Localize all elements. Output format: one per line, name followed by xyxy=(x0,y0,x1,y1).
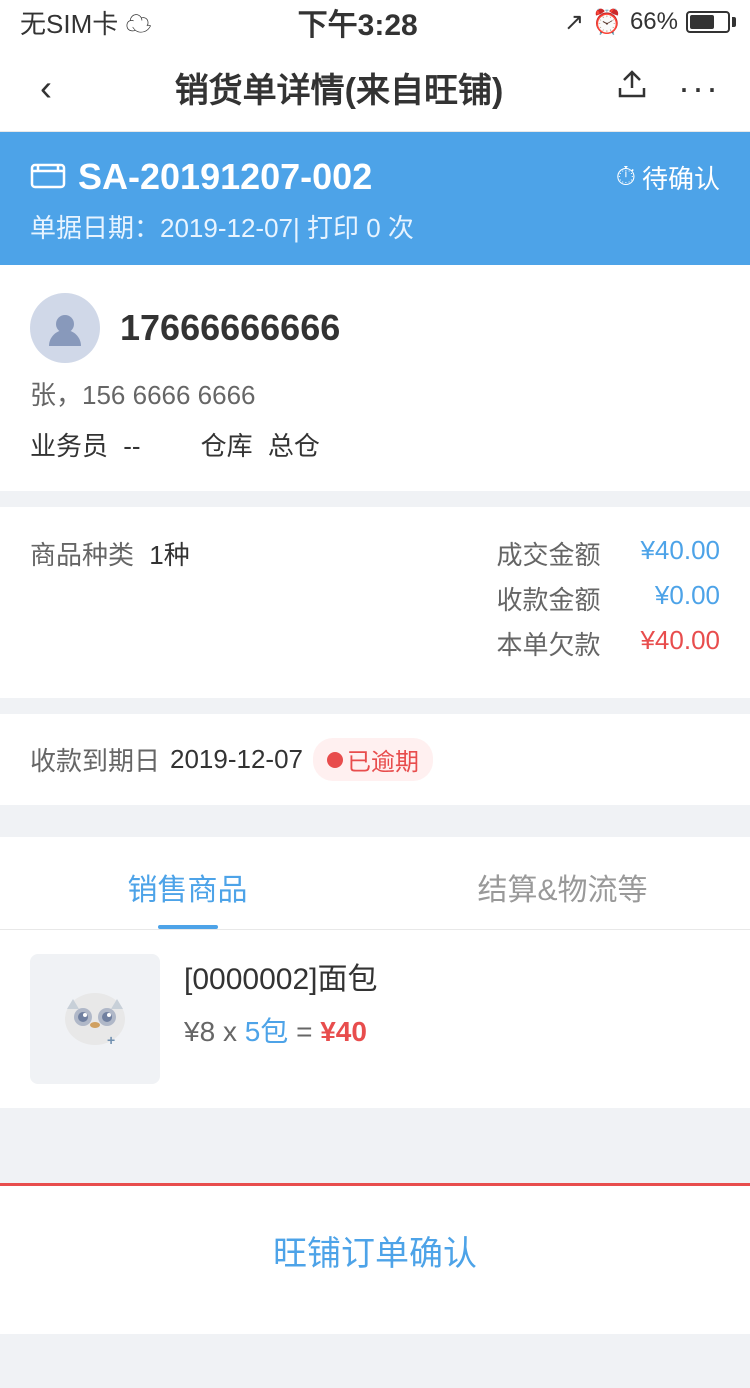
order-date: 单据日期：2019-12-07| 打印 0 次 xyxy=(30,208,720,245)
page-title: 销货单详情(来自旺铺) xyxy=(175,63,504,112)
product-image: + xyxy=(30,954,160,1084)
status-time: 下午3:28 xyxy=(298,0,418,44)
product-type: 商品种类 1种 xyxy=(30,535,190,572)
status-left: 无SIM卡 ☁ xyxy=(20,4,151,41)
customer-name: 张，156 6666 6666 xyxy=(30,375,720,412)
order-icon xyxy=(30,156,66,198)
divider-1 xyxy=(0,491,750,507)
customer-section: 17666666666 张，156 6666 6666 业务员 -- 仓库 总仓 xyxy=(0,265,750,491)
customer-meta: 业务员 -- 仓库 总仓 xyxy=(30,426,720,463)
sim-label: 无SIM卡 ☁ xyxy=(20,4,151,41)
amounts: 成交金额 ¥40.00 收款金额 ¥0.00 本单欠款 ¥40.00 xyxy=(496,535,720,670)
tabs-section: 销售商品 结算&物流等 xyxy=(0,837,750,930)
amount-row-total: 成交金额 ¥40.00 xyxy=(496,535,720,572)
svg-text:+: + xyxy=(107,1032,115,1048)
divider-2 xyxy=(0,698,750,714)
tab-sales-goods[interactable]: 销售商品 xyxy=(0,837,375,929)
nav-actions: ··· xyxy=(616,67,720,109)
status-right: ↗ ⏰ 66% xyxy=(564,8,730,37)
battery-percent: 66% xyxy=(630,8,678,36)
due-section: 收款到期日 2019-12-07 已逾期 xyxy=(0,714,750,805)
nav-bar: ‹ 销货单详情(来自旺铺) ··· xyxy=(0,44,750,132)
alarm-icon: ⏰ xyxy=(592,8,622,37)
bottom-action: 旺铺订单确认 xyxy=(0,1183,750,1334)
amount-row-owed: 本单欠款 ¥40.00 xyxy=(496,625,720,662)
order-status: ⏱ 待确认 xyxy=(616,159,720,196)
overdue-badge: 已逾期 xyxy=(313,738,433,781)
battery-icon xyxy=(686,11,730,33)
order-id: SA-20191207-002 xyxy=(30,156,372,198)
product-section: + [0000002]面包 ¥8 x 5包 = ¥40 xyxy=(0,930,750,1108)
order-id-row: SA-20191207-002 ⏱ 待确认 xyxy=(30,156,720,198)
status-bar: 无SIM卡 ☁ 下午3:28 ↗ ⏰ 66% xyxy=(0,0,750,44)
back-button[interactable]: ‹ xyxy=(30,57,62,119)
salesman-field: 业务员 -- xyxy=(30,426,141,463)
amount-row-received: 收款金额 ¥0.00 xyxy=(496,580,720,617)
divider-3 xyxy=(0,805,750,821)
tab-settlement[interactable]: 结算&物流等 xyxy=(375,837,750,929)
clock-icon: ⏱ xyxy=(616,161,636,193)
more-button[interactable]: ··· xyxy=(678,67,720,109)
customer-row: 17666666666 xyxy=(30,293,720,363)
product-info: [0000002]面包 ¥8 x 5包 = ¥40 xyxy=(184,954,720,1050)
confirm-order-button[interactable]: 旺铺订单确认 xyxy=(30,1206,720,1294)
amount-section: 商品种类 1种 成交金额 ¥40.00 收款金额 ¥0.00 本单欠款 ¥40.… xyxy=(0,507,750,698)
order-header: SA-20191207-002 ⏱ 待确认 单据日期：2019-12-07| 打… xyxy=(0,132,750,265)
location-icon: ↗ xyxy=(564,8,584,37)
customer-phone: 17666666666 xyxy=(120,307,340,349)
overdue-dot-icon xyxy=(327,752,343,768)
product-price: ¥8 x 5包 = ¥40 xyxy=(184,1010,720,1050)
product-name: [0000002]面包 xyxy=(184,954,720,998)
avatar xyxy=(30,293,100,363)
share-button[interactable] xyxy=(616,67,648,109)
warehouse-field: 仓库 总仓 xyxy=(201,426,320,463)
